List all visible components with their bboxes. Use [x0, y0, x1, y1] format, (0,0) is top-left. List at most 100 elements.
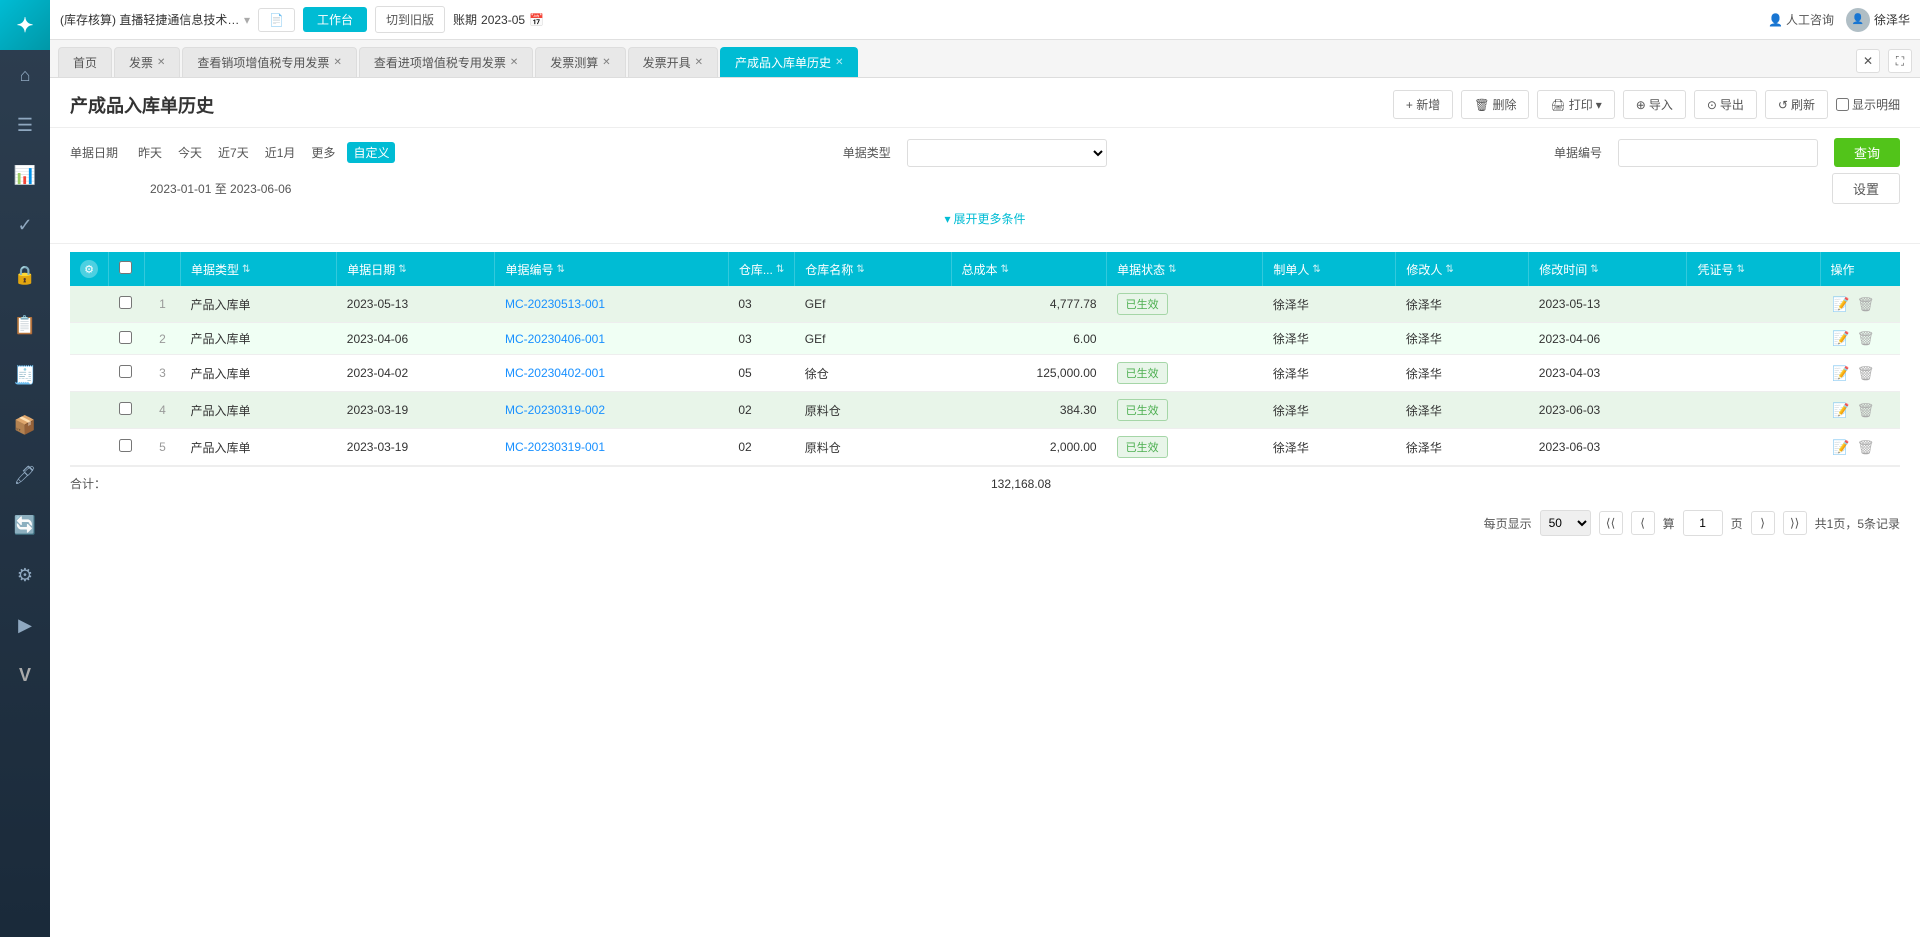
tab-calc-close[interactable]: ✕	[602, 57, 610, 68]
sidebar-item-inventory[interactable]: 📦	[0, 400, 50, 450]
number-link[interactable]: MC-20230513-001	[505, 297, 605, 311]
delete-btn[interactable]: 🗑 删除	[1461, 90, 1529, 119]
tab-home[interactable]: 首页	[58, 47, 112, 77]
th-number[interactable]: 单据编号⇅	[495, 252, 728, 286]
edit-icon[interactable]: 📝	[1832, 330, 1849, 346]
cell-number[interactable]: MC-20230406-001	[495, 323, 728, 355]
query-btn[interactable]: 查询	[1834, 138, 1900, 167]
app-logo[interactable]: ✦	[0, 0, 50, 50]
period-calendar-icon[interactable]: 📅	[529, 13, 544, 27]
help-btn[interactable]: 👤 人工咨询	[1768, 11, 1834, 28]
sidebar-item-home[interactable]: ⌂	[0, 50, 50, 100]
th-type[interactable]: 单据类型⇅	[181, 252, 337, 286]
sidebar-item-audit[interactable]: ✓	[0, 200, 50, 250]
sidebar-item-doc[interactable]: ☰	[0, 100, 50, 150]
tab-check-output[interactable]: 查看销项增值税专用发票 ✕	[182, 47, 356, 77]
cell-number[interactable]: MC-20230513-001	[495, 286, 728, 323]
row-checkbox[interactable]	[119, 402, 132, 415]
cell-checkbox[interactable]	[109, 392, 145, 429]
expand-tabs-btn[interactable]: ⛶	[1888, 49, 1912, 73]
prev-page-btn[interactable]: ⟨	[1631, 511, 1655, 535]
delete-row-icon[interactable]: 🗑	[1857, 402, 1875, 418]
custom-btn[interactable]: 自定义	[347, 142, 395, 163]
set-btn[interactable]: 设置	[1832, 173, 1900, 204]
document-btn[interactable]: 📄	[258, 8, 295, 32]
th-settings[interactable]: ⚙	[70, 252, 109, 286]
delete-row-icon[interactable]: 🗑	[1857, 365, 1875, 381]
tab-invoice[interactable]: 发票 ✕	[114, 47, 180, 77]
row-checkbox[interactable]	[119, 296, 132, 309]
sidebar-item-chart[interactable]: 📊	[0, 150, 50, 200]
refresh-btn[interactable]: ↺ 刷新	[1765, 90, 1828, 119]
more-btn[interactable]: 更多	[307, 142, 339, 163]
cell-checkbox[interactable]	[109, 323, 145, 355]
th-warehouse-name[interactable]: 仓库名称⇅	[795, 252, 951, 286]
cell-number[interactable]: MC-20230319-002	[495, 392, 728, 429]
tab-open[interactable]: 发票开具 ✕	[628, 47, 718, 77]
th-total-cost[interactable]: 总成本⇅	[951, 252, 1107, 286]
sidebar-item-sync[interactable]: 🔄	[0, 500, 50, 550]
user-menu[interactable]: 👤 徐泽华	[1846, 8, 1910, 32]
sidebar-item-lock[interactable]: 🔒	[0, 250, 50, 300]
th-date[interactable]: 单据日期⇅	[337, 252, 495, 286]
cell-number[interactable]: MC-20230319-001	[495, 429, 728, 466]
tab-check-input-close[interactable]: ✕	[510, 57, 518, 68]
row-checkbox[interactable]	[119, 439, 132, 452]
th-warehouse-code[interactable]: 仓库...⇅	[728, 252, 794, 286]
next-page-btn[interactable]: ⟩	[1751, 511, 1775, 535]
sidebar-item-vip[interactable]: V	[0, 650, 50, 700]
edit-icon[interactable]: 📝	[1832, 365, 1849, 381]
delete-row-icon[interactable]: 🗑	[1857, 439, 1875, 455]
close-all-tabs-btn[interactable]: ✕	[1856, 49, 1880, 73]
sidebar-item-stamp[interactable]: 🖊	[0, 450, 50, 500]
gear-icon[interactable]: ⚙	[80, 260, 98, 278]
sidebar-item-bill[interactable]: 🧾	[0, 350, 50, 400]
th-creator[interactable]: 制单人⇅	[1263, 252, 1396, 286]
cell-checkbox[interactable]	[109, 286, 145, 323]
period-selector[interactable]: 账期 2023-05 📅	[453, 11, 544, 28]
7days-btn[interactable]: 近7天	[214, 142, 253, 163]
1month-btn[interactable]: 近1月	[261, 142, 300, 163]
expand-conditions-btn[interactable]: ▾ 展开更多条件	[944, 210, 1025, 227]
sidebar-item-report[interactable]: 📋	[0, 300, 50, 350]
tab-invoice-close[interactable]: ✕	[157, 57, 165, 68]
delete-row-icon[interactable]: 🗑	[1857, 330, 1875, 346]
export-btn[interactable]: ⊙ 导出	[1694, 90, 1757, 119]
number-link[interactable]: MC-20230406-001	[505, 332, 605, 346]
switch-version-btn[interactable]: 切到旧版	[375, 6, 445, 33]
tab-open-close[interactable]: ✕	[695, 57, 703, 68]
workbench-btn[interactable]: 工作台	[303, 7, 367, 32]
page-number-input[interactable]	[1683, 510, 1723, 536]
cell-checkbox[interactable]	[109, 429, 145, 466]
row-checkbox[interactable]	[119, 365, 132, 378]
last-page-btn[interactable]: ⟩⟩	[1783, 511, 1807, 535]
th-voucher[interactable]: 凭证号⇅	[1687, 252, 1820, 286]
show-detail-checkbox-label[interactable]: 显示明细	[1836, 96, 1900, 113]
sidebar-item-media[interactable]: ▶	[0, 600, 50, 650]
company-selector[interactable]: (库存核算) 直播轻捷通信息技术股份... ▾	[60, 11, 250, 28]
cell-number[interactable]: MC-20230402-001	[495, 355, 728, 392]
number-link[interactable]: MC-20230319-002	[505, 403, 605, 417]
company-dropdown-icon[interactable]: ▾	[244, 13, 250, 27]
select-all-checkbox[interactable]	[119, 261, 132, 274]
first-page-btn[interactable]: ⟨⟨	[1599, 511, 1623, 535]
tab-check-output-close[interactable]: ✕	[333, 57, 341, 68]
th-modify-time[interactable]: 修改时间⇅	[1529, 252, 1687, 286]
tab-check-input[interactable]: 查看进项增值税专用发票 ✕	[359, 47, 533, 77]
tab-product-history-close[interactable]: ✕	[835, 57, 843, 68]
import-btn[interactable]: ⊕ 导入	[1623, 90, 1686, 119]
row-checkbox[interactable]	[119, 331, 132, 344]
show-detail-checkbox[interactable]	[1836, 98, 1849, 111]
per-page-select[interactable]: 20 50 100	[1540, 510, 1591, 536]
number-link[interactable]: MC-20230319-001	[505, 440, 605, 454]
sidebar-item-settings2[interactable]: ⚙	[0, 550, 50, 600]
edit-icon[interactable]: 📝	[1832, 439, 1849, 455]
yesterday-btn[interactable]: 昨天	[134, 142, 166, 163]
print-dropdown-icon[interactable]: ▾	[1596, 98, 1602, 112]
th-modifier[interactable]: 修改人⇅	[1396, 252, 1529, 286]
number-input[interactable]	[1618, 139, 1818, 167]
new-btn[interactable]: + 新增	[1393, 90, 1453, 119]
tab-product-history[interactable]: 产成品入库单历史 ✕	[720, 47, 858, 77]
tab-calc[interactable]: 发票测算 ✕	[535, 47, 625, 77]
th-status[interactable]: 单据状态⇅	[1107, 252, 1263, 286]
